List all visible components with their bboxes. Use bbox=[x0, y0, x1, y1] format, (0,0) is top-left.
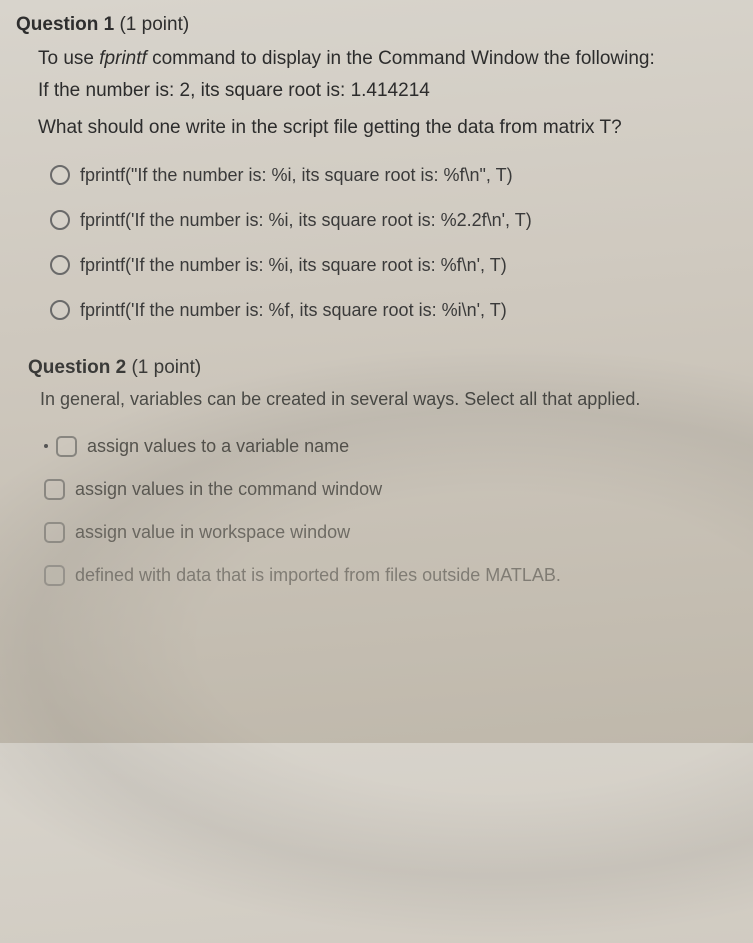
q1-pre: To use bbox=[38, 48, 99, 69]
q2-option-2[interactable]: assign values in the command window bbox=[44, 479, 731, 500]
q1-option-1[interactable]: fprintf("If the number is: %i, its squar… bbox=[50, 165, 731, 186]
checkbox-icon[interactable] bbox=[44, 565, 65, 586]
q2-body: In general, variables can be created in … bbox=[40, 389, 731, 410]
radio-icon[interactable] bbox=[50, 300, 70, 320]
checkbox-icon[interactable] bbox=[56, 436, 77, 457]
q1-body-line2: If the number is: 2, its square root is:… bbox=[38, 78, 731, 104]
q1-option-3-label: fprintf('If the number is: %i, its squar… bbox=[80, 255, 507, 276]
q2-option-4-label: defined with data that is imported from … bbox=[75, 565, 561, 586]
radio-icon[interactable] bbox=[50, 165, 70, 185]
q2-option-1[interactable]: assign values to a variable name bbox=[44, 436, 731, 457]
question-2-title: Question 2 (1 point) bbox=[28, 357, 731, 379]
q2-title-text: Question 2 bbox=[28, 357, 126, 378]
q2-option-1-label: assign values to a variable name bbox=[87, 436, 349, 457]
q2-options: assign values to a variable name assign … bbox=[44, 436, 731, 586]
checkbox-icon[interactable] bbox=[44, 522, 65, 543]
q2-points: (1 point) bbox=[131, 357, 201, 378]
q1-italic: fprintf bbox=[99, 48, 147, 69]
q2-option-4[interactable]: defined with data that is imported from … bbox=[44, 565, 731, 586]
q1-option-4[interactable]: fprintf('If the number is: %f, its squar… bbox=[50, 300, 731, 321]
q1-post: command to display in the Command Window… bbox=[147, 48, 655, 69]
checkbox-icon[interactable] bbox=[44, 479, 65, 500]
q1-option-3[interactable]: fprintf('If the number is: %i, its squar… bbox=[50, 255, 731, 276]
radio-icon[interactable] bbox=[50, 210, 70, 230]
q1-option-1-label: fprintf("If the number is: %i, its squar… bbox=[80, 165, 513, 186]
bullet-icon bbox=[44, 444, 48, 448]
q1-body-line1: To use fprintf command to display in the… bbox=[38, 46, 731, 72]
q2-option-3-label: assign value in workspace window bbox=[75, 522, 350, 543]
q1-options: fprintf("If the number is: %i, its squar… bbox=[50, 165, 731, 321]
q2-option-3[interactable]: assign value in workspace window bbox=[44, 522, 731, 543]
q1-option-2[interactable]: fprintf('If the number is: %i, its squar… bbox=[50, 210, 731, 231]
q1-option-2-label: fprintf('If the number is: %i, its squar… bbox=[80, 210, 532, 231]
q1-body-line3: What should one write in the script file… bbox=[38, 115, 731, 141]
question-1-title: Question 1 (1 point) bbox=[16, 14, 731, 36]
q2-option-2-label: assign values in the command window bbox=[75, 479, 382, 500]
q1-title-text: Question 1 bbox=[16, 14, 114, 35]
radio-icon[interactable] bbox=[50, 255, 70, 275]
q1-points: (1 point) bbox=[119, 14, 189, 35]
q1-option-4-label: fprintf('If the number is: %f, its squar… bbox=[80, 300, 507, 321]
